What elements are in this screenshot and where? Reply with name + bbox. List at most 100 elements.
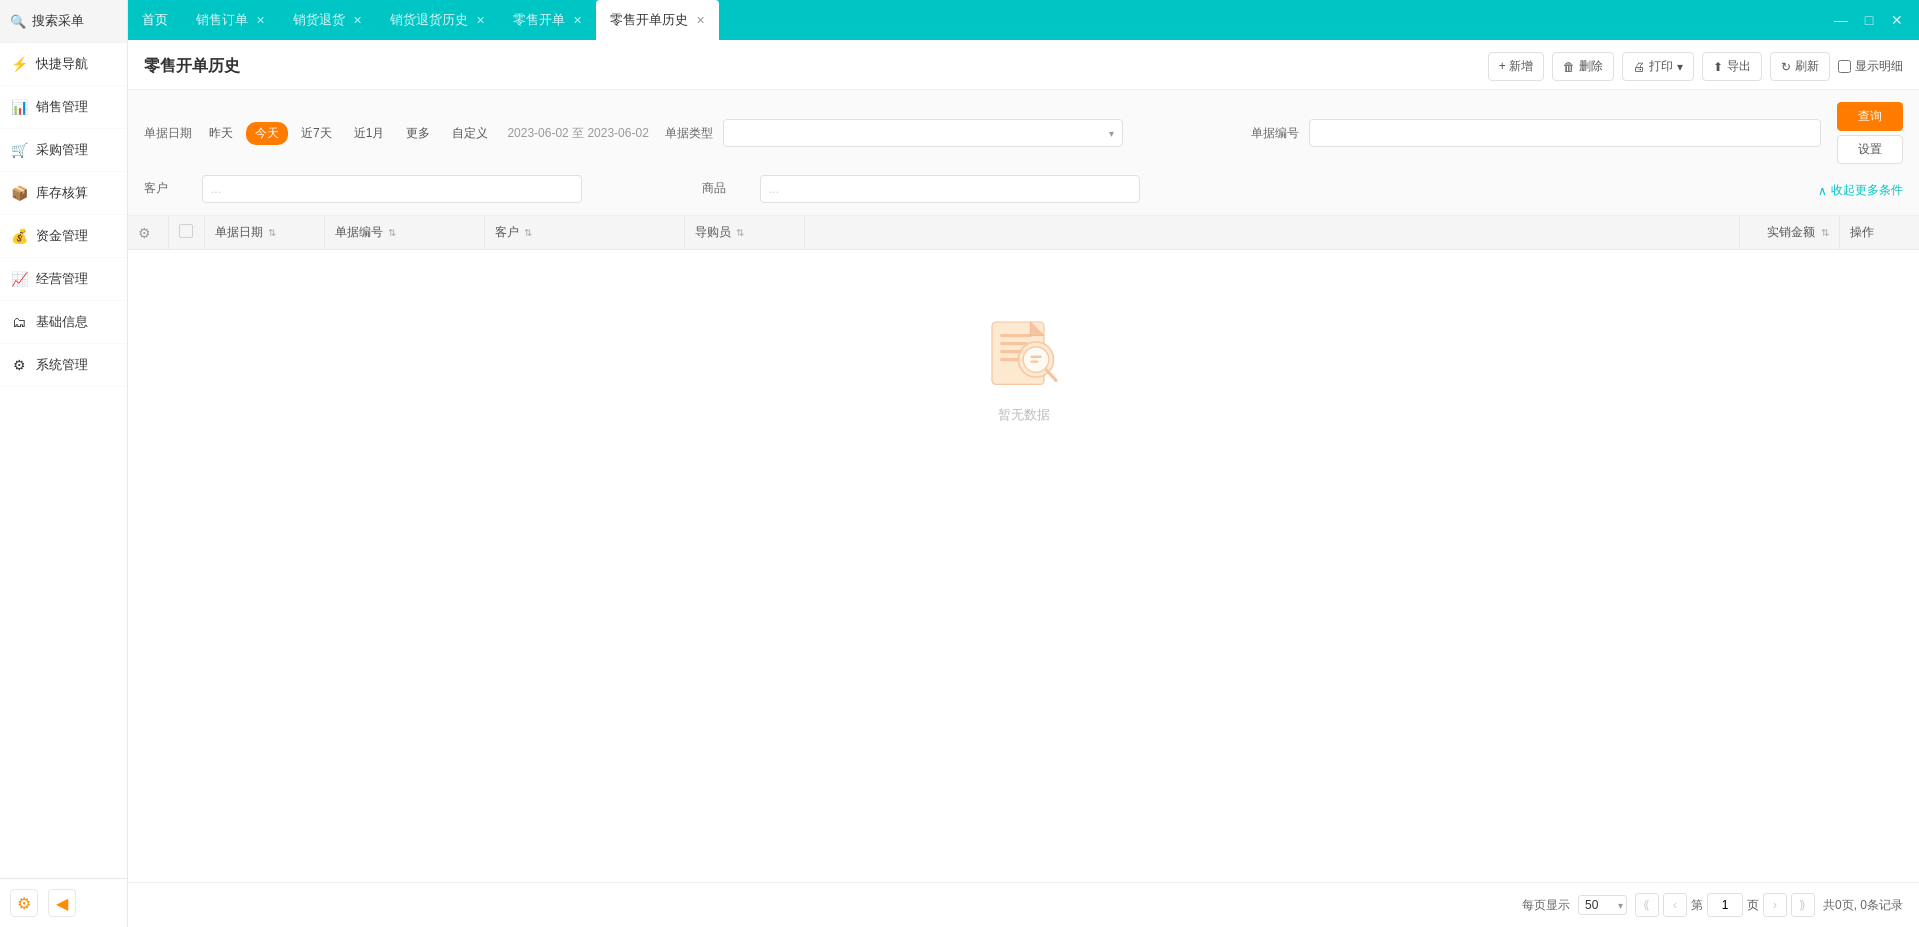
collapse-label: 收起更多条件 xyxy=(1831,182,1903,199)
th-action-label: 操作 xyxy=(1850,225,1874,239)
sidebar-item-sys-mgmt[interactable]: ⚙系统管理 xyxy=(0,344,127,387)
customer-filter-input[interactable]: ... xyxy=(202,175,582,203)
column-settings-icon[interactable]: ⚙ xyxy=(138,225,151,241)
nav-label-base-info: 基础信息 xyxy=(36,313,88,331)
page-title: 零售开单历史 xyxy=(144,56,240,77)
export-button[interactable]: ⬆ 导出 xyxy=(1702,52,1762,81)
sidebar-collapse-btn[interactable]: ◀ xyxy=(48,889,76,917)
date-btn-1month[interactable]: 近1月 xyxy=(345,122,394,145)
th-expand xyxy=(804,216,1739,250)
prev-page-btn[interactable]: ‹ xyxy=(1663,893,1687,917)
nav-label-sys-mgmt: 系统管理 xyxy=(36,356,88,374)
print-icon: 🖨 xyxy=(1633,60,1645,74)
sidebar: 🔍 搜索采单 ⚡快捷导航📊销售管理 🛒 采购管理 📦库存核算 💰 资金管理 📈经营管理🗂基础… xyxy=(0,0,128,927)
page-size-select[interactable]: 20 50 100 xyxy=(1578,895,1627,915)
customer-dots: ... xyxy=(211,182,221,196)
th-customer-sort-icon[interactable]: ⇅ xyxy=(524,227,532,238)
page-nav: ⟪ ‹ 第 页 › ⟫ xyxy=(1635,893,1815,917)
sidebar-item-operations[interactable]: 📈经营管理 xyxy=(0,258,127,301)
th-check xyxy=(168,216,204,250)
th-amount-sort-icon[interactable]: ⇅ xyxy=(1821,227,1829,238)
tab-sales-return[interactable]: 销货退货 ✕ xyxy=(279,0,376,40)
maximize-btn[interactable]: □ xyxy=(1857,8,1881,32)
th-amount-label: 实销金额 xyxy=(1767,225,1815,239)
print-button[interactable]: 🖨 打印 ▾ xyxy=(1622,52,1694,81)
goods-dots: ... xyxy=(769,182,779,196)
date-range-display: 2023-06-02 至 2023-06-02 xyxy=(507,125,648,142)
nav-icon-inventory: 📦 xyxy=(10,184,28,202)
collapse-button[interactable]: ∧ 收起更多条件 xyxy=(1818,178,1903,203)
refresh-button[interactable]: ↻ 刷新 xyxy=(1770,52,1830,81)
sidebar-item-quick-nav[interactable]: ⚡快捷导航 xyxy=(0,43,127,86)
sidebar-settings-btn[interactable]: ⚙ xyxy=(10,889,38,917)
add-button[interactable]: + 新增 xyxy=(1488,52,1544,81)
tab-close-retail-history[interactable]: ✕ xyxy=(696,14,705,27)
table-body: 暂无数据 xyxy=(128,250,1919,465)
tab-close-sales-return[interactable]: ✕ xyxy=(353,14,362,27)
nav-icon-finance: 💰 xyxy=(10,227,28,245)
type-filter-select[interactable]: ▾ xyxy=(723,119,1123,147)
tab-home[interactable]: 首页 xyxy=(128,0,182,40)
tab-label-sales-order: 销售订单 xyxy=(196,11,248,29)
close-btn[interactable]: ✕ xyxy=(1885,8,1909,32)
tab-label-retail-history: 零售开单历史 xyxy=(610,11,688,29)
last-page-btn[interactable]: ⟫ xyxy=(1791,893,1815,917)
date-filter-group: 单据日期 昨天 今天 近7天 近1月 更多 自定义 2023-06-02 至 2… xyxy=(144,122,649,145)
date-btn-yesterday[interactable]: 昨天 xyxy=(200,122,242,145)
first-page-btn[interactable]: ⟪ xyxy=(1635,893,1659,917)
date-btn-custom[interactable]: 自定义 xyxy=(443,122,497,145)
th-guide-sort-icon[interactable]: ⇅ xyxy=(736,227,744,238)
th-no-sort-icon[interactable]: ⇅ xyxy=(388,227,396,238)
date-btn-today[interactable]: 今天 xyxy=(246,122,288,145)
tab-retail-open[interactable]: 零售开单✕ xyxy=(499,0,596,40)
display-toggle[interactable]: 显示明细 xyxy=(1838,58,1903,75)
th-date-sort-icon[interactable]: ⇅ xyxy=(268,227,276,238)
next-page-btn[interactable]: › xyxy=(1763,893,1787,917)
tab-sales-order[interactable]: 销售订单 ✕ xyxy=(182,0,279,40)
tab-sales-return-history[interactable]: 销货退货历史✕ xyxy=(376,0,499,40)
filter-row-2: 客户 ... 商品 ... ∧ 收起更多条件 xyxy=(144,174,1903,203)
no-filter-input[interactable] xyxy=(1309,119,1821,147)
date-btn-7days[interactable]: 近7天 xyxy=(292,122,341,145)
page-word: 第 xyxy=(1691,897,1703,914)
settings-button[interactable]: 设置 xyxy=(1837,135,1903,164)
tab-label-sales-return: 销货退货 xyxy=(293,11,345,29)
table-header-row: ⚙ 单据日期 ⇅ 单据编号 ⇅ xyxy=(128,216,1919,250)
nav-label-finance: 资金管理 xyxy=(36,227,88,245)
sidebar-item-purchase-mgmt[interactable]: 🛒 采购管理 xyxy=(0,129,127,172)
sidebar-item-inventory[interactable]: 📦库存核算 xyxy=(0,172,127,215)
main-area: 首页销售订单✕销货退货✕销货退货历史✕零售开单✕零售开单历史✕ — □ ✕ 零售… xyxy=(128,0,1919,927)
nav-icon-purchase-mgmt: 🛒 xyxy=(10,141,28,159)
tab-close-sales-order[interactable]: ✕ xyxy=(256,14,265,27)
svg-rect-1 xyxy=(1000,334,1032,337)
svg-rect-2 xyxy=(1000,342,1028,345)
page-size-wrapper: 20 50 100 xyxy=(1578,895,1627,915)
nav-label-sales-mgmt: 销售管理 xyxy=(36,98,88,116)
date-btn-more[interactable]: 更多 xyxy=(397,122,439,145)
display-checkbox[interactable] xyxy=(1838,60,1851,73)
empty-text: 暂无数据 xyxy=(998,406,1050,424)
tab-close-sales-return-history[interactable]: ✕ xyxy=(476,14,485,27)
th-action: 操作 xyxy=(1839,216,1919,250)
th-no: 单据编号 ⇅ xyxy=(324,216,484,250)
goods-filter-input[interactable]: ... xyxy=(760,175,1140,203)
page-header: 零售开单历史 + 新增 🗑 删除 🖨 打印 ▾ ⬆ 导出 ↻ xyxy=(128,40,1919,90)
sidebar-item-base-info[interactable]: 🗂基础信息 xyxy=(0,301,127,344)
sidebar-item-sales-mgmt[interactable]: 📊销售管理 xyxy=(0,86,127,129)
nav-label-operations: 经营管理 xyxy=(36,270,88,288)
customer-filter-label: 客户 xyxy=(144,180,194,197)
collapse-chevron-icon: ∧ xyxy=(1818,184,1827,198)
delete-button[interactable]: 🗑 删除 xyxy=(1552,52,1614,81)
sidebar-item-finance[interactable]: 💰 资金管理 xyxy=(0,215,127,258)
tab-close-retail-open[interactable]: ✕ xyxy=(573,14,582,27)
nav-label-purchase-mgmt: 采购管理 xyxy=(36,141,88,159)
empty-state: 暂无数据 xyxy=(128,250,1919,464)
page-number-input[interactable] xyxy=(1707,893,1743,917)
th-amount: 实销金额 ⇅ xyxy=(1739,216,1839,250)
tab-retail-history[interactable]: 零售开单历史 ✕ xyxy=(596,0,719,40)
sidebar-search[interactable]: 🔍 搜索采单 xyxy=(0,0,127,43)
minimize-btn[interactable]: — xyxy=(1829,8,1853,32)
select-all-checkbox[interactable] xyxy=(179,224,193,238)
query-button[interactable]: 查询 xyxy=(1837,102,1903,131)
gear-icon: ⚙ xyxy=(17,894,31,913)
